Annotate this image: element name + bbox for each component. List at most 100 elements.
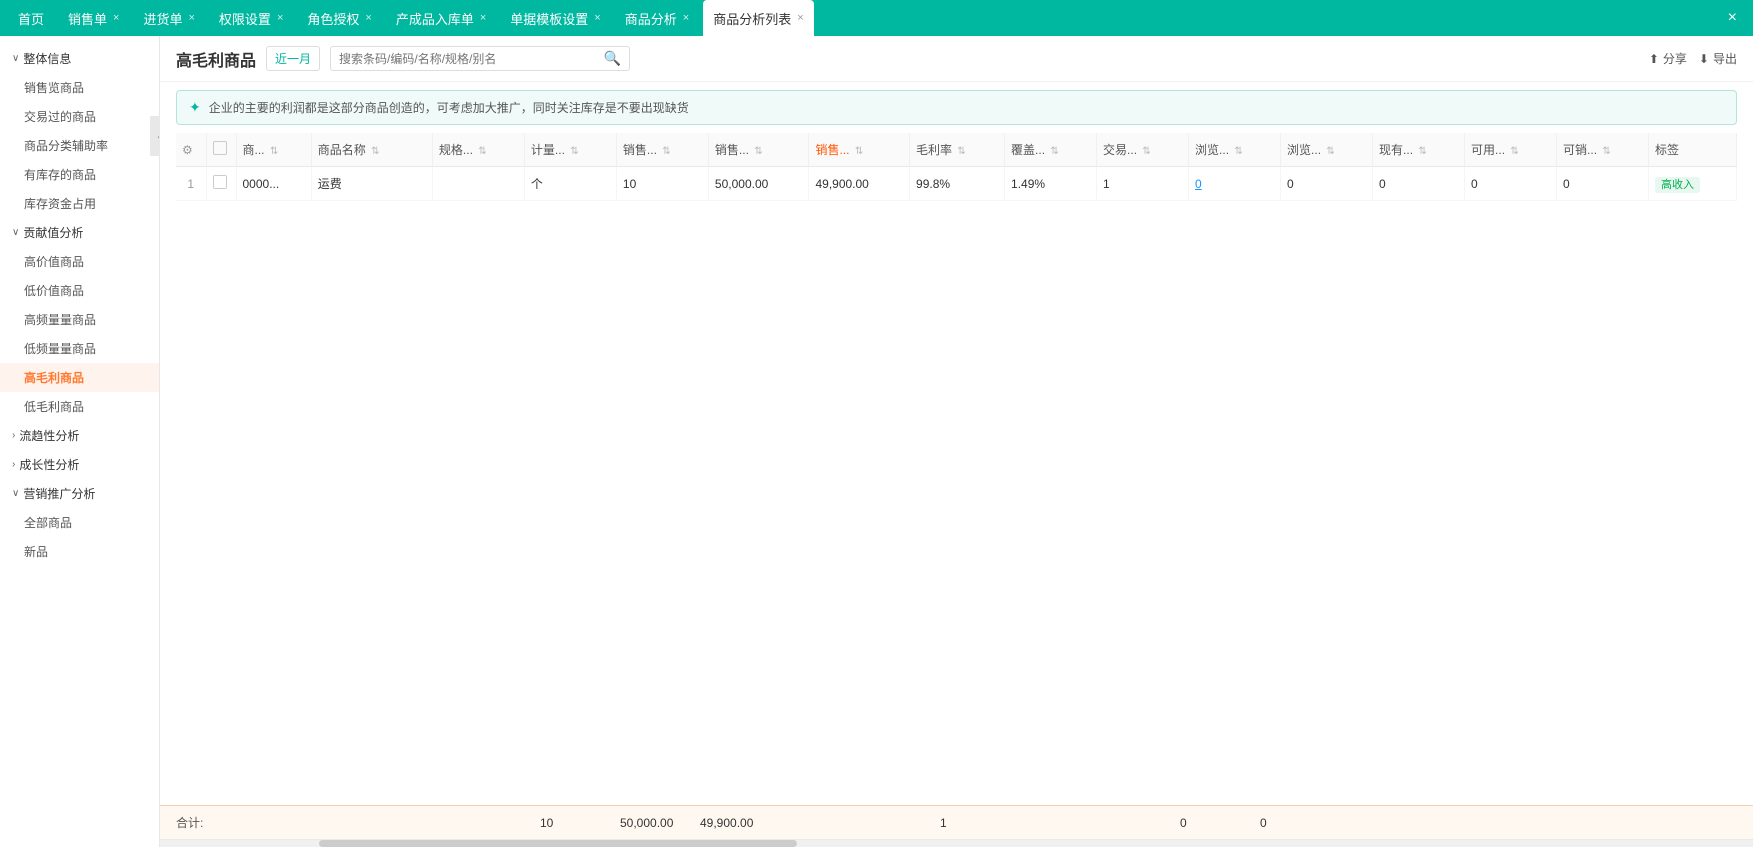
nav-purchase[interactable]: 进货单 × [133, 0, 204, 36]
col-sales-amount[interactable]: 销售... ⇅ [708, 133, 809, 167]
share-button[interactable]: ⬆ 分享 [1649, 50, 1687, 67]
col-available[interactable]: 可用... ⇅ [1465, 133, 1557, 167]
nav-analysis-label: 商品分析 [625, 9, 677, 28]
nav-template-label: 单据模板设置 [510, 9, 588, 28]
sidebar-section-marketing-label: 营销推广分析 [23, 485, 95, 502]
col-sales-qty[interactable]: 销售... ⇅ [616, 133, 708, 167]
sidebar-item-new-goods[interactable]: 新品 [0, 537, 159, 566]
nav-analysis-close[interactable]: × [683, 12, 689, 24]
search-icon[interactable]: 🔍 [604, 50, 621, 67]
arrow-financial: ∨ [12, 227, 19, 238]
nav-purchase-label: 进货单 [143, 9, 182, 28]
col-browse1[interactable]: 浏览... ⇅ [1189, 133, 1281, 167]
col-unit[interactable]: 计量... ⇅ [524, 133, 616, 167]
sidebar-section-flow[interactable]: › 流趋性分析 [0, 421, 159, 450]
col-sellable[interactable]: 可销... ⇅ [1557, 133, 1649, 167]
nav-analysis-list-close[interactable]: × [797, 12, 803, 24]
sidebar-item-stocked-goods[interactable]: 有库存的商品 [0, 160, 159, 189]
window-close-button[interactable]: × [1720, 9, 1745, 27]
row-checkbox[interactable] [206, 167, 236, 201]
nav-sales-close[interactable]: × [113, 12, 119, 24]
sidebar-section-financial-label: 贡献值分析 [23, 224, 83, 241]
col-trade-count[interactable]: 交易... ⇅ [1097, 133, 1189, 167]
horizontal-scrollbar[interactable] [160, 839, 1753, 847]
sidebar-item-all-goods[interactable]: 全部商品 [0, 508, 159, 537]
col-spec[interactable]: 规格... ⇅ [432, 133, 524, 167]
sidebar-item-stock-capital[interactable]: 库存资金占用 [0, 189, 159, 218]
nav-template-close[interactable]: × [594, 12, 600, 24]
col-coverage[interactable]: 覆盖... ⇅ [1005, 133, 1097, 167]
sidebar-item-low-value[interactable]: 低价值商品 [0, 276, 159, 305]
sort-trade-count-icon: ⇅ [1142, 146, 1150, 157]
row-sales-cost: 49,900.00 [809, 167, 910, 201]
col-margin-rate[interactable]: 毛利率 ⇅ [910, 133, 1005, 167]
sidebar-section-overall[interactable]: ∨ 整体信息 [0, 44, 159, 73]
sidebar-item-sales-goods[interactable]: 销售览商品 [0, 73, 159, 102]
scrollbar-thumb[interactable] [319, 840, 797, 847]
data-table-container: ⚙ 商... ⇅ 商品名称 ⇅ [160, 133, 1753, 805]
nav-roles[interactable]: 角色授权 × [297, 0, 381, 36]
footer-current-stock: 0 [1174, 816, 1254, 830]
sidebar-item-high-margin[interactable]: 高毛利商品 [0, 363, 159, 392]
sidebar-section-financial-items: 高价值商品 低价值商品 高频量量商品 低频量量商品 高毛利商品 低毛利商品 [0, 247, 159, 421]
export-label: 导出 [1713, 50, 1737, 67]
nav-permissions-close[interactable]: × [277, 12, 283, 24]
nav-roles-label: 角色授权 [307, 9, 359, 28]
row-current-stock: 0 [1373, 167, 1465, 201]
footer-spacer-2 [244, 816, 274, 830]
sidebar-item-analysis-assist[interactable]: 商品分类辅助率 [0, 131, 159, 160]
col-code[interactable]: 商... ⇅ [236, 133, 311, 167]
col-browse2[interactable]: 浏览... ⇅ [1281, 133, 1373, 167]
row-browse1[interactable]: 0 [1189, 167, 1281, 201]
sidebar-item-low-freq[interactable]: 低频量量商品 [0, 334, 159, 363]
sidebar-section-financial[interactable]: ∨ 贡献值分析 [0, 218, 159, 247]
footer-available: 0 [1254, 816, 1334, 830]
row-browse2: 0 [1281, 167, 1373, 201]
col-current-stock[interactable]: 现有... ⇅ [1373, 133, 1465, 167]
nav-template[interactable]: 单据模板设置 × [500, 0, 610, 36]
main-layout: ∨ 整体信息 销售览商品 交易过的商品 商品分类辅助率 有库存的商品 库存资金占… [0, 36, 1753, 847]
col-checkbox [206, 133, 236, 167]
nav-home[interactable]: 首页 [8, 0, 54, 36]
row-select-checkbox[interactable] [213, 175, 227, 189]
col-settings[interactable]: ⚙ [176, 133, 206, 167]
arrow-marketing: ∨ [12, 488, 19, 499]
nav-roles-close[interactable]: × [365, 12, 371, 24]
row-sellable: 0 [1557, 167, 1649, 201]
col-name[interactable]: 商品名称 ⇅ [311, 133, 432, 167]
sidebar-section-growth[interactable]: › 成长性分析 [0, 450, 159, 479]
sidebar-item-high-freq[interactable]: 高频量量商品 [0, 305, 159, 334]
settings-icon[interactable]: ⚙ [182, 143, 193, 157]
row-name: 运费 [311, 167, 432, 201]
sidebar-item-low-margin[interactable]: 低毛利商品 [0, 392, 159, 421]
col-tag: 标签 [1649, 133, 1737, 167]
nav-analysis-list[interactable]: 商品分析列表 × [703, 0, 813, 36]
arrow-flow: › [12, 430, 15, 441]
footer-totals-bar: 合计: 10 50,000.00 49,900.00 1 0 0 [160, 805, 1753, 839]
nav-product-import-close[interactable]: × [480, 12, 486, 24]
row-sales-amount: 50,000.00 [708, 167, 809, 201]
sidebar-section-marketing-items: 全部商品 新品 [0, 508, 159, 566]
browse1-link[interactable]: 0 [1195, 177, 1202, 191]
sidebar-section-marketing[interactable]: ∨ 营销推广分析 [0, 479, 159, 508]
nav-purchase-close[interactable]: × [188, 12, 194, 24]
export-button[interactable]: ⬇ 导出 [1699, 50, 1737, 67]
footer-spacer-6 [474, 816, 534, 830]
col-sales-cost[interactable]: 销售... ⇅ [809, 133, 910, 167]
footer-sales-cost: 49,900.00 [694, 816, 774, 830]
sidebar-item-traded-goods[interactable]: 交易过的商品 [0, 102, 159, 131]
nav-product-import[interactable]: 产成品入库单 × [386, 0, 496, 36]
sidebar-item-high-value[interactable]: 高价值商品 [0, 247, 159, 276]
footer-spacer-5 [414, 816, 474, 830]
nav-permissions-label: 权限设置 [219, 9, 271, 28]
nav-analysis[interactable]: 商品分析 × [615, 0, 699, 36]
nav-permissions[interactable]: 权限设置 × [209, 0, 293, 36]
select-all-checkbox[interactable] [213, 141, 227, 155]
sidebar: ∨ 整体信息 销售览商品 交易过的商品 商品分类辅助率 有库存的商品 库存资金占… [0, 36, 160, 847]
period-button[interactable]: 近一月 [266, 46, 320, 71]
footer-spacer-7 [774, 816, 854, 830]
sidebar-collapse-button[interactable]: 《 [150, 116, 160, 156]
table-header-row: ⚙ 商... ⇅ 商品名称 ⇅ [176, 133, 1737, 167]
nav-sales-order[interactable]: 销售单 × [58, 0, 129, 36]
search-input[interactable] [339, 52, 598, 66]
